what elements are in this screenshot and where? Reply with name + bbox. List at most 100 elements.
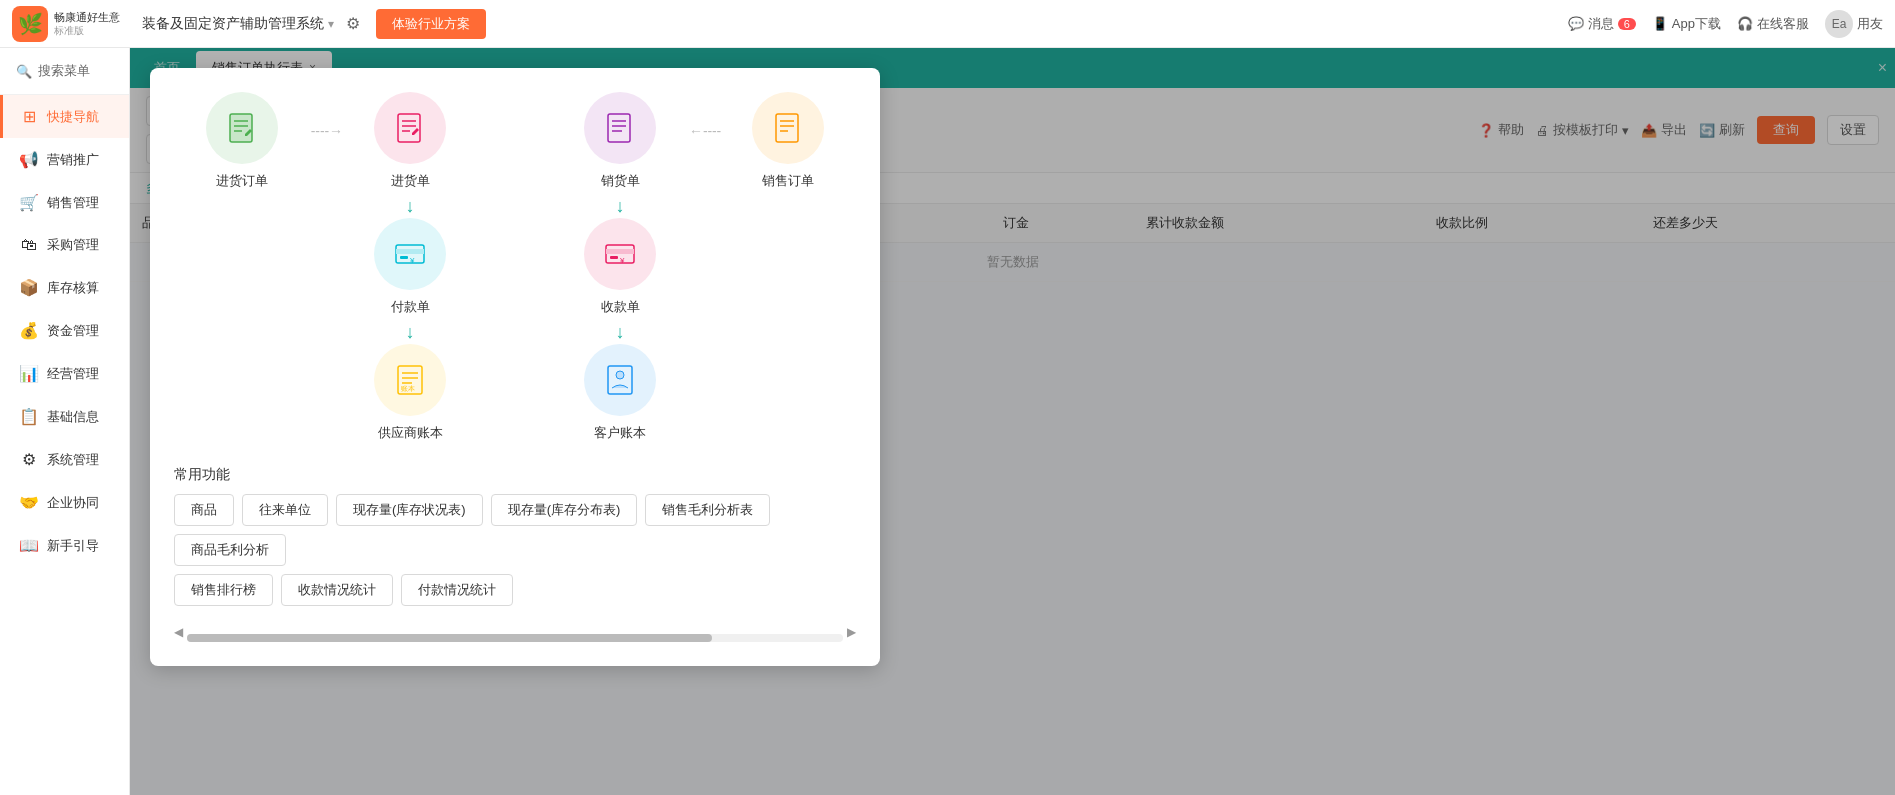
scrollbar-thumb[interactable]	[187, 634, 712, 642]
bag-icon: 🛍	[19, 236, 39, 254]
common-functions-section: 常用功能 商品 往来单位 现存量(库存状况表) 现存量(库存分布表) 销售毛利分…	[174, 466, 856, 606]
top-bar-actions: 💬 消息 6 📱 App下载 🎧 在线客服 Ea 用友	[1568, 10, 1883, 38]
search-menu-button[interactable]: 🔍 搜索菜单	[8, 58, 121, 84]
func-btn-payment-stats[interactable]: 付款情况统计	[401, 574, 513, 606]
sale-order-icon	[752, 92, 824, 164]
quick-nav-modal: 进货订单 - - - - →	[150, 68, 880, 666]
func-btn-sales-gross[interactable]: 销售毛利分析表	[645, 494, 770, 526]
sidebar-item-marketing[interactable]: 📢 营销推广	[0, 138, 129, 181]
cart-icon: 🛒	[19, 193, 39, 212]
system-title-dropdown-icon[interactable]: ▾	[328, 17, 334, 31]
func-btn-product-gross[interactable]: 商品毛利分析	[174, 534, 286, 566]
svg-point-30	[616, 371, 624, 379]
func-btn-receipt-stats[interactable]: 收款情况统计	[281, 574, 393, 606]
func-btn-stock-dist[interactable]: 现存量(库存分布表)	[491, 494, 638, 526]
grid-icon: ⊞	[19, 107, 39, 126]
sidebar-item-label: 系统管理	[47, 451, 99, 469]
avatar: Ea	[1825, 10, 1853, 38]
scroll-left-arrow[interactable]: ◀	[174, 625, 183, 639]
user-menu-button[interactable]: Ea 用友	[1825, 10, 1883, 38]
payment-icon: ¥	[374, 218, 446, 290]
sidebar-item-purchase[interactable]: 🛍 采购管理	[0, 224, 129, 266]
arrow-down-receipt: ↓	[555, 318, 685, 343]
flow-item-supplier-account[interactable]: 账本 供应商账本	[345, 344, 475, 442]
modal-overlay[interactable]: 进货订单 - - - - →	[130, 48, 1895, 795]
func-btn-product[interactable]: 商品	[174, 494, 234, 526]
sidebar-search-area[interactable]: 🔍 搜索菜单	[0, 48, 129, 95]
system-title-area: 装备及固定资产辅助管理系统 ▾ ⚙	[142, 14, 360, 33]
sidebar-item-label: 资金管理	[47, 322, 99, 340]
scroll-right-arrow[interactable]: ▶	[847, 625, 856, 639]
search-icon: 🔍	[16, 64, 32, 79]
sidebar-item-sales[interactable]: 🛒 销售管理	[0, 181, 129, 224]
flow-row-2: ¥ 付款单	[171, 218, 859, 316]
svg-text:账本: 账本	[401, 385, 415, 392]
sidebar-item-guide[interactable]: 📖 新手引导	[0, 524, 129, 567]
svg-rect-29	[608, 366, 632, 394]
message-icon: 💬	[1568, 16, 1584, 31]
sidebar-item-label: 采购管理	[47, 236, 99, 254]
purchase-bill-icon	[374, 92, 446, 164]
svg-rect-0	[230, 114, 252, 142]
supplier-account-label: 供应商账本	[378, 424, 443, 442]
svg-text:¥: ¥	[409, 256, 415, 265]
customer-account-label: 客户账本	[594, 424, 646, 442]
sidebar: 🔍 搜索菜单 ⊞ 快捷导航 📢 营销推广 🛒 销售管理 🛍	[0, 48, 130, 795]
flow-item-purchase-order[interactable]: 进货订单	[177, 92, 307, 190]
sidebar-item-inventory[interactable]: 📦 库存核算	[0, 266, 129, 309]
online-service-button[interactable]: 🎧 在线客服	[1737, 15, 1809, 33]
arrow-down-sale-bill: ↓	[555, 192, 685, 217]
payment-label: 付款单	[391, 298, 430, 316]
func-btn-row-2: 销售排行榜 收款情况统计 付款情况统计	[174, 574, 856, 606]
message-badge: 6	[1618, 18, 1636, 30]
func-btn-sales-rank[interactable]: 销售排行榜	[174, 574, 273, 606]
flow-item-payment[interactable]: ¥ 付款单	[345, 218, 475, 316]
func-btn-stock-status[interactable]: 现存量(库存状况表)	[336, 494, 483, 526]
chart-icon: 📊	[19, 364, 39, 383]
arrow-sale-order-to-bill: ← - - - -	[685, 123, 723, 139]
sidebar-item-basic-info[interactable]: 📋 基础信息	[0, 395, 129, 438]
flow-arrows-row-2: ↓ ↓	[171, 316, 859, 344]
settings-icon[interactable]: ⚙	[346, 14, 360, 33]
top-bar: 🌿 畅康通好生意 标准版 装备及固定资产辅助管理系统 ▾ ⚙ 体验行业方案 💬 …	[0, 0, 1895, 48]
flow-row-1: 进货订单 - - - - →	[177, 92, 853, 190]
svg-rect-8	[608, 114, 630, 142]
flow-item-sale-order[interactable]: 销售订单	[723, 92, 853, 190]
flow-item-receipt[interactable]: ¥ 收款单	[555, 218, 685, 316]
sidebar-item-system[interactable]: ⚙ 系统管理	[0, 438, 129, 481]
customer-account-icon	[584, 344, 656, 416]
message-button[interactable]: 💬 消息 6	[1568, 15, 1636, 33]
sidebar-item-operations[interactable]: 📊 经营管理	[0, 352, 129, 395]
flow-item-sale-bill[interactable]: 销货单	[555, 92, 685, 190]
flow-arrows-row: ↓ ↓	[171, 190, 859, 218]
svg-rect-18	[400, 256, 408, 259]
func-btn-partner[interactable]: 往来单位	[242, 494, 328, 526]
modal-scrollbar-container: ◀ ▶	[174, 622, 856, 642]
sidebar-item-enterprise[interactable]: 🤝 企业协同	[0, 481, 129, 524]
sidebar-item-finance[interactable]: 💰 资金管理	[0, 309, 129, 352]
sidebar-item-label: 基础信息	[47, 408, 99, 426]
app-download-button[interactable]: 📱 App下载	[1652, 15, 1721, 33]
arrow-down-payment: ↓	[345, 318, 475, 343]
try-industry-button[interactable]: 体验行业方案	[376, 9, 486, 39]
sidebar-item-label: 库存核算	[47, 279, 99, 297]
svg-rect-12	[776, 114, 798, 142]
book-icon: 📖	[19, 536, 39, 555]
flow-row-3: 账本 供应商账本	[171, 344, 859, 442]
logo-area: 🌿 畅康通好生意 标准版	[12, 6, 142, 42]
system-title: 装备及固定资产辅助管理系统	[142, 15, 324, 33]
flow-item-purchase-bill[interactable]: 进货单	[345, 92, 475, 190]
sidebar-item-label: 新手引导	[47, 537, 99, 555]
box-icon: 📦	[19, 278, 39, 297]
purchase-bill-label: 进货单	[391, 172, 430, 190]
headset-icon: 🎧	[1737, 16, 1753, 31]
app-container: 🌿 畅康通好生意 标准版 装备及固定资产辅助管理系统 ▾ ⚙ 体验行业方案 💬 …	[0, 0, 1895, 795]
megaphone-icon: 📢	[19, 150, 39, 169]
flow-item-customer-account[interactable]: 客户账本	[555, 344, 685, 442]
gear-icon: ⚙	[19, 450, 39, 469]
arrow-purchase-order-to-bill: - - - - →	[307, 123, 345, 139]
modal-scrollbar[interactable]	[187, 634, 843, 642]
sidebar-item-quick-nav[interactable]: ⊞ 快捷导航	[0, 95, 129, 138]
logo-icon: 🌿	[12, 6, 48, 42]
svg-rect-4	[398, 114, 420, 142]
